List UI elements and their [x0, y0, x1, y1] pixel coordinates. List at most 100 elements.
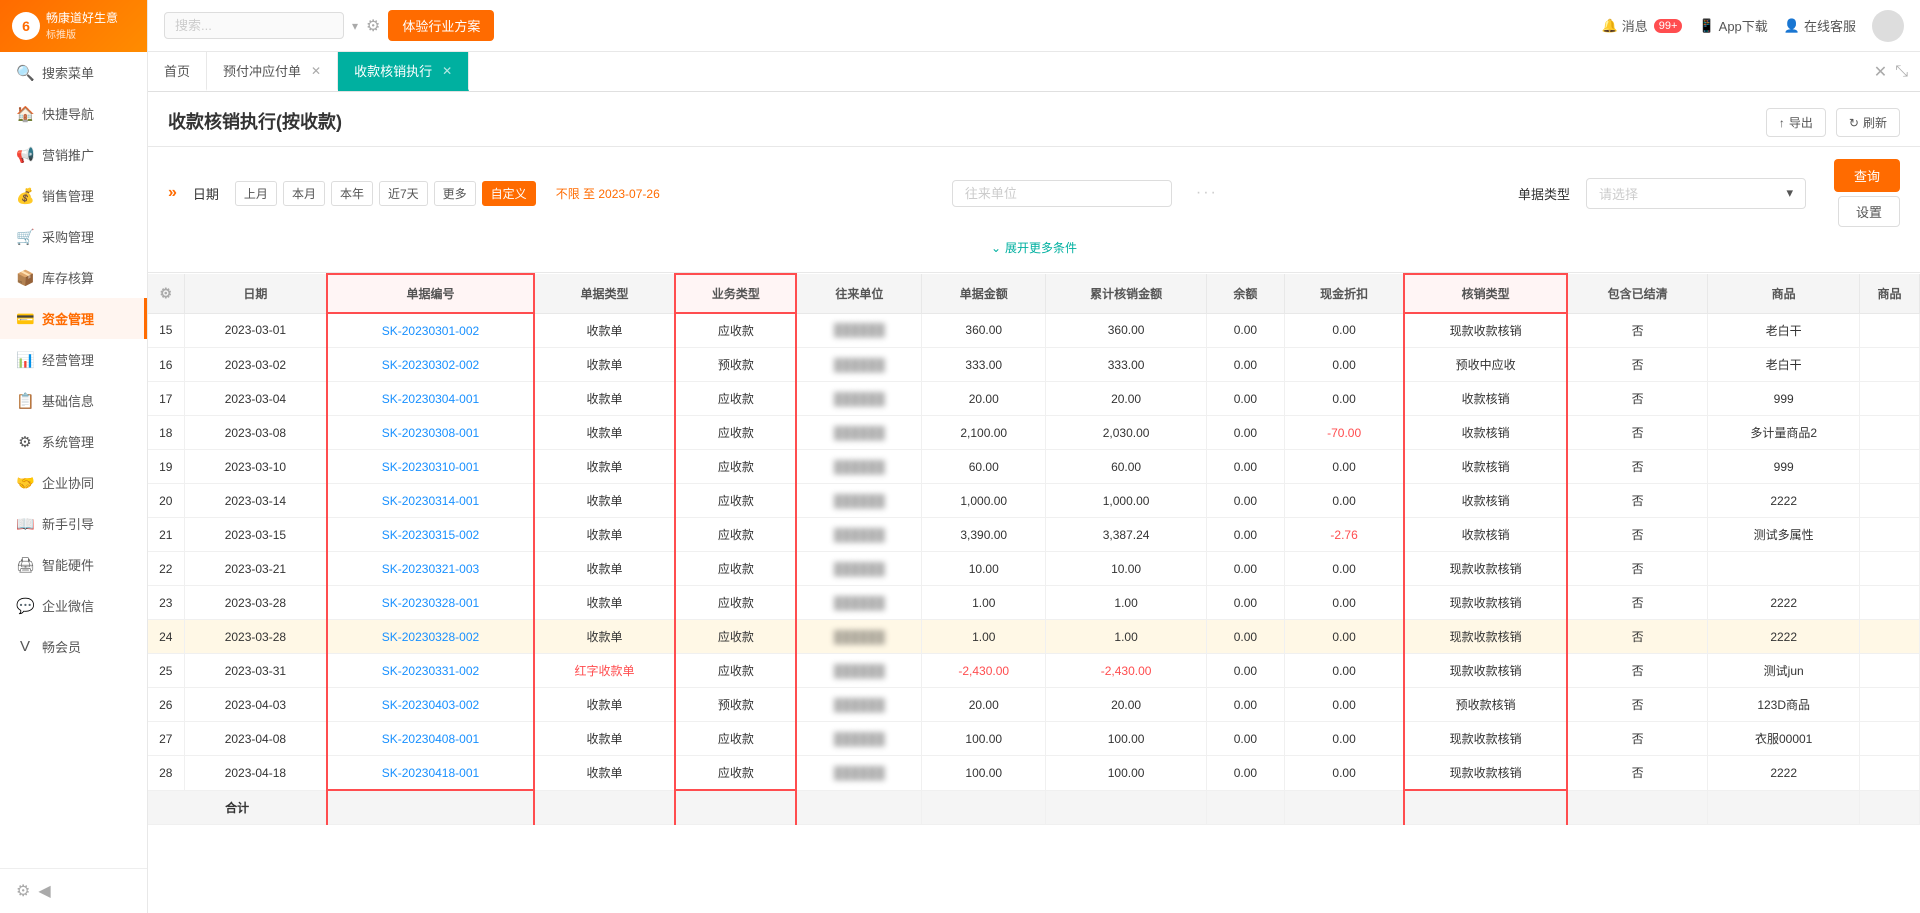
- tab-close-icon[interactable]: ✕: [1874, 62, 1887, 82]
- sidebar-item-operations[interactable]: 📊 经营管理: [0, 339, 147, 380]
- sidebar-item-finance[interactable]: 💳 资金管理: [0, 298, 147, 339]
- cell-discount: 0.00: [1284, 348, 1404, 382]
- app-download-item[interactable]: 📱 App下载: [1698, 16, 1767, 35]
- filter-row-1: » 日期 上月 本月 本年 近7天 更多 自定义 不限 至 2023-07-26…: [168, 159, 1900, 227]
- cell-verified: 10.00: [1046, 552, 1207, 586]
- cell-verify-type: 收款核销: [1404, 484, 1567, 518]
- sidebar-item-sales[interactable]: 💰 销售管理: [0, 175, 147, 216]
- tab-prepay[interactable]: 预付冲应付单 ✕: [207, 52, 338, 91]
- query-button[interactable]: 查询: [1834, 159, 1900, 192]
- cell-goods: 999: [1708, 382, 1860, 416]
- expand-conditions-btn[interactable]: ⌄ 展开更多条件: [168, 235, 1900, 260]
- user-avatar[interactable]: [1872, 10, 1904, 42]
- cell-verified: 360.00: [1046, 313, 1207, 348]
- cell-amount: -2,430.00: [922, 654, 1046, 688]
- doc-no-link[interactable]: SK-20230331-002: [382, 664, 479, 678]
- cell-biz-type: 应收款: [675, 620, 796, 654]
- sidebar-item-basic-info[interactable]: 📋 基础信息: [0, 380, 147, 421]
- tab-verification-close-icon[interactable]: ✕: [442, 64, 452, 78]
- tabbar: 首页 预付冲应付单 ✕ 收款核销执行 ✕ ✕ ⤡: [148, 52, 1920, 92]
- filter-expand-toggle[interactable]: »: [168, 184, 177, 202]
- settings-button[interactable]: 设置: [1838, 196, 1900, 227]
- cell-balance: 0.00: [1206, 586, 1284, 620]
- hardware-icon: 🖨: [16, 556, 34, 574]
- online-service-item[interactable]: 👤 在线客服: [1784, 16, 1856, 35]
- sidebar-item-member[interactable]: V 畅会员: [0, 626, 147, 667]
- tab-prepay-close-icon[interactable]: ✕: [311, 64, 321, 78]
- refresh-button[interactable]: ↻ 刷新: [1836, 108, 1900, 137]
- cell-biz-type: 应收款: [675, 382, 796, 416]
- cell-doc-type: 收款单: [534, 382, 676, 416]
- date-more-btn[interactable]: 更多: [434, 181, 476, 206]
- sidebar-item-search[interactable]: 🔍 搜索菜单: [0, 52, 147, 93]
- export-button[interactable]: ↑ 导出: [1766, 108, 1826, 137]
- cell-verified: -2,430.00: [1046, 654, 1207, 688]
- tab-expand-icon[interactable]: ⤡: [1895, 63, 1908, 81]
- cell-amount: 1.00: [922, 586, 1046, 620]
- date-this-month-btn[interactable]: 本月: [283, 181, 325, 206]
- doc-no-link[interactable]: SK-20230314-001: [382, 494, 479, 508]
- column-settings-icon[interactable]: ⚙: [159, 285, 172, 301]
- doc-no-link[interactable]: SK-20230408-001: [382, 732, 479, 746]
- table-row: 19 2023-03-10 SK-20230310-001 收款单 应收款 ██…: [148, 450, 1920, 484]
- sidebar-item-inventory[interactable]: 📦 库存核算: [0, 257, 147, 298]
- doc-no-link[interactable]: SK-20230328-001: [382, 596, 479, 610]
- app-version: 标推版: [46, 26, 118, 41]
- tab-verification[interactable]: 收款核销执行 ✕: [338, 52, 469, 91]
- doc-no-link[interactable]: SK-20230328-002: [382, 630, 479, 644]
- date-last-month-btn[interactable]: 上月: [235, 181, 277, 206]
- cell-doc-no: SK-20230302-002: [327, 348, 533, 382]
- home-icon: 🏠: [16, 105, 34, 123]
- messages-item[interactable]: 🔔 消息 99+: [1602, 16, 1683, 35]
- doc-no-link[interactable]: SK-20230302-002: [382, 358, 479, 372]
- date-custom-btn[interactable]: 自定义: [482, 181, 536, 206]
- unit-search-input[interactable]: [952, 180, 1172, 207]
- cell-verify-type: 收款核销: [1404, 382, 1567, 416]
- cell-goods: 2222: [1708, 620, 1860, 654]
- cell-no: 24: [148, 620, 184, 654]
- sidebar-item-enterprise[interactable]: 🤝 企业协同: [0, 462, 147, 503]
- doc-type-select[interactable]: 请选择 ▾: [1586, 178, 1806, 209]
- table-row: 27 2023-04-08 SK-20230408-001 收款单 应收款 ██…: [148, 722, 1920, 756]
- cell-verified: 20.00: [1046, 688, 1207, 722]
- cell-discount: -70.00: [1284, 416, 1404, 450]
- doc-no-link[interactable]: SK-20230310-001: [382, 460, 479, 474]
- topbar: ▾ ⚙ 体验行业方案 🔔 消息 99+ 📱 App下载 👤 在线客服: [148, 0, 1920, 52]
- topbar-gear-icon[interactable]: ⚙: [366, 16, 380, 36]
- sidebar-item-system[interactable]: ⚙ 系统管理: [0, 421, 147, 462]
- solution-button[interactable]: 体验行业方案: [388, 10, 494, 41]
- cell-amount: 20.00: [922, 382, 1046, 416]
- doc-no-link[interactable]: SK-20230418-001: [382, 766, 479, 780]
- doc-no-link[interactable]: SK-20230308-001: [382, 426, 479, 440]
- sidebar-item-purchase[interactable]: 🛒 采购管理: [0, 216, 147, 257]
- cell-goods2: [1860, 348, 1920, 382]
- sidebar-item-nav[interactable]: 🏠 快捷导航: [0, 93, 147, 134]
- cell-date: 2023-03-15: [184, 518, 327, 552]
- date-7days-btn[interactable]: 近7天: [379, 181, 428, 206]
- export-icon: ↑: [1779, 116, 1785, 130]
- cell-date: 2023-03-01: [184, 313, 327, 348]
- doc-no-link[interactable]: SK-20230304-001: [382, 392, 479, 406]
- topbar-search-input[interactable]: [164, 12, 344, 39]
- cell-verify-type: 现款收款核销: [1404, 552, 1567, 586]
- collapse-icon[interactable]: ◀: [38, 881, 50, 901]
- cell-no: 22: [148, 552, 184, 586]
- settings-bottom-icon[interactable]: ⚙: [16, 881, 30, 901]
- sidebar-item-wechat[interactable]: 💬 企业微信: [0, 585, 147, 626]
- col-settings-header[interactable]: ⚙: [148, 274, 184, 313]
- data-table: ⚙ 日期 单据编号 单据类型 业务类型 往来单位 单据金额 累计核销金额 余额 …: [148, 273, 1920, 825]
- table-row: 21 2023-03-15 SK-20230315-002 收款单 应收款 ██…: [148, 518, 1920, 552]
- cell-doc-no: SK-20230315-002: [327, 518, 533, 552]
- doc-no-link[interactable]: SK-20230403-002: [382, 698, 479, 712]
- sidebar-item-marketing[interactable]: 📢 营销推广: [0, 134, 147, 175]
- col-goods-header: 商品: [1708, 274, 1860, 313]
- date-this-year-btn[interactable]: 本年: [331, 181, 373, 206]
- cell-settled: 否: [1567, 688, 1708, 722]
- doc-no-link[interactable]: SK-20230321-003: [382, 562, 479, 576]
- type-select-arrow-icon: ▾: [1786, 185, 1793, 201]
- tab-home[interactable]: 首页: [148, 52, 207, 91]
- doc-no-link[interactable]: SK-20230301-002: [382, 324, 479, 338]
- doc-no-link[interactable]: SK-20230315-002: [382, 528, 479, 542]
- sidebar-item-hardware[interactable]: 🖨 智能硬件: [0, 544, 147, 585]
- sidebar-item-guide[interactable]: 📖 新手引导: [0, 503, 147, 544]
